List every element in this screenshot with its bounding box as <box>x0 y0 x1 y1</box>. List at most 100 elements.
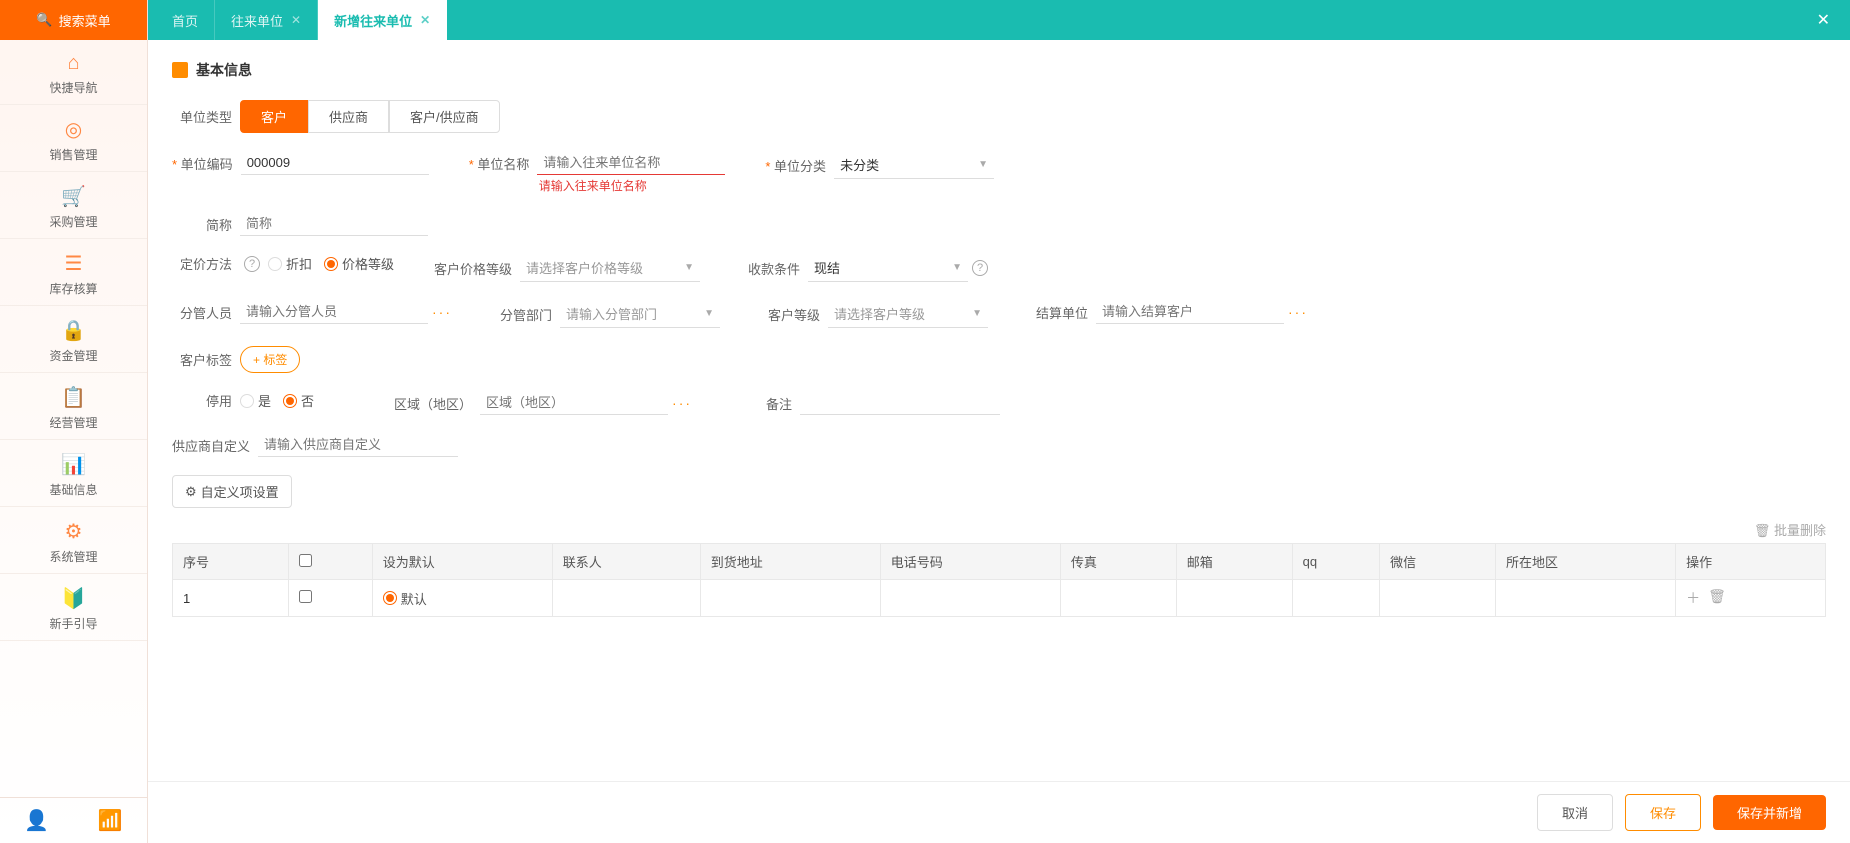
payment-terms-select[interactable]: 现结 ▼ <box>808 254 968 282</box>
row-checkbox[interactable] <box>299 590 312 603</box>
save-new-button[interactable]: 保存并新增 <box>1713 795 1826 830</box>
footer: 取消 保存 保存并新增 <box>148 781 1850 843</box>
payment-terms-field: 收款条件 现结 ▼ ? <box>740 254 988 282</box>
pricing-radio-discount[interactable]: 折扣 <box>268 254 312 273</box>
window-close-button[interactable]: ✕ <box>1805 10 1842 30</box>
cancel-button[interactable]: 取消 <box>1537 794 1613 831</box>
sidebar-item-operations[interactable]: 📋 经营管理 <box>0 373 147 440</box>
pricing-row: 定价方法 ? 折扣 价格等级 客户价格等级 请选择客户价格等级 <box>172 254 1826 282</box>
td-actions: ＋ 🗑 <box>1676 580 1826 617</box>
save-button[interactable]: 保存 <box>1625 794 1701 831</box>
payment-terms-label: 收款条件 <box>740 259 800 278</box>
pricing-grade-circle <box>324 257 338 271</box>
pricing-radio-grade[interactable]: 价格等级 <box>324 254 394 273</box>
row-actions: ＋ 🗑 <box>1686 588 1815 608</box>
default-radio-circle <box>383 591 397 605</box>
sidebar-item-finance[interactable]: 🔒 资金管理 <box>0 306 147 373</box>
sidebar-label-quick-nav: 快捷导航 <box>49 79 97 96</box>
customer-price-field: 客户价格等级 请选择客户价格等级 ▼ <box>434 254 700 282</box>
department-select[interactable]: 请输入分管部门 ▼ <box>560 300 720 328</box>
settlement-field: 结算单位 ··· <box>1028 300 1308 324</box>
td-wechat <box>1380 580 1496 617</box>
th-checkbox <box>288 544 372 580</box>
sidebar-label-system: 系统管理 <box>49 548 97 565</box>
pricing-method-field: 定价方法 ? 折扣 价格等级 <box>172 254 394 273</box>
unit-info-row: 单位编码 单位名称 请输入往来单位名称 单位分类 未分类 ▼ <box>172 151 1826 194</box>
customer-tag-field: 客户标签 + 标签 <box>172 346 300 373</box>
default-radio-label: 默认 <box>401 589 427 608</box>
th-address: 到货地址 <box>700 544 880 580</box>
sidebar-item-sales[interactable]: ◎ 销售管理 <box>0 105 147 172</box>
payment-terms-help-icon[interactable]: ? <box>972 260 988 276</box>
sidebar-label-basic-info: 基础信息 <box>49 481 97 498</box>
tab-trading-units[interactable]: 往来单位 ✕ <box>215 0 318 40</box>
disabled-yes-circle <box>240 394 254 408</box>
batch-delete-label[interactable]: 批量删除 <box>1774 523 1826 538</box>
type-btn-both[interactable]: 客户/供应商 <box>389 100 500 133</box>
unit-code-field: 单位编码 <box>172 151 429 175</box>
disabled-row: 停用 是 否 区域（地区） ··· 备注 <box>172 391 1826 415</box>
sidebar-bottom-right[interactable]: 📶 <box>74 798 148 843</box>
tab-new-trading-unit[interactable]: 新增往来单位 ✕ <box>318 0 447 40</box>
supplier-custom-input[interactable] <box>258 433 458 457</box>
tab-home[interactable]: 首页 <box>156 0 215 40</box>
th-phone: 电话号码 <box>880 544 1060 580</box>
unit-name-label: 单位名称 <box>469 154 530 173</box>
disabled-yes-label: 是 <box>258 391 271 410</box>
disabled-yes[interactable]: 是 <box>240 391 271 410</box>
delete-row-icon[interactable]: 🗑 <box>1708 588 1726 608</box>
unit-code-input[interactable] <box>241 151 429 175</box>
section-header: 基本信息 <box>172 60 1826 80</box>
type-btn-customer[interactable]: 客户 <box>240 100 308 133</box>
sidebar-label-finance: 资金管理 <box>49 347 97 364</box>
th-actions: 操作 <box>1676 544 1826 580</box>
payment-terms-value: 现结 <box>814 258 952 277</box>
custom-settings-label: 自定义项设置 <box>201 482 279 501</box>
default-radio[interactable]: 默认 <box>383 589 542 608</box>
add-tag-button[interactable]: + 标签 <box>240 346 300 373</box>
sidebar-item-newbie[interactable]: 🔰 新手引导 <box>0 574 147 641</box>
unit-name-error: 请输入往来单位名称 <box>539 177 726 194</box>
sidebar-item-basic-info[interactable]: 📊 基础信息 <box>0 440 147 507</box>
settlement-input[interactable] <box>1096 300 1284 324</box>
th-seq: 序号 <box>173 544 289 580</box>
select-all-checkbox[interactable] <box>299 554 312 567</box>
search-menu-button[interactable]: 🔍 搜索菜单 <box>0 0 147 40</box>
abbreviation-field: 简称 <box>172 212 428 236</box>
tab-new-trading-unit-close[interactable]: ✕ <box>420 13 430 27</box>
region-more-btn[interactable]: ··· <box>672 395 692 411</box>
pricing-help-icon[interactable]: ? <box>244 256 260 272</box>
department-label: 分管部门 <box>492 305 552 324</box>
sidebar-item-system[interactable]: ⚙ 系统管理 <box>0 507 147 574</box>
manager-input[interactable] <box>240 300 428 324</box>
tab-trading-units-close[interactable]: ✕ <box>291 13 301 27</box>
customer-price-select[interactable]: 请选择客户价格等级 ▼ <box>520 254 700 282</box>
unit-name-field-col: 单位名称 请输入往来单位名称 <box>469 151 726 194</box>
customer-level-chevron: ▼ <box>972 308 982 319</box>
region-label: 区域（地区） <box>394 394 472 413</box>
unit-category-select[interactable]: 未分类 ▼ <box>834 151 994 179</box>
customer-level-select[interactable]: 请选择客户等级 ▼ <box>828 300 988 328</box>
td-email <box>1176 580 1292 617</box>
customer-price-placeholder: 请选择客户价格等级 <box>526 258 684 277</box>
region-input[interactable] <box>480 391 668 415</box>
unit-category-label: 单位分类 <box>765 156 826 175</box>
sidebar-bottom-left[interactable]: 👤 <box>0 798 74 843</box>
settlement-more-btn[interactable]: ··· <box>1288 304 1308 320</box>
unit-category-value: 未分类 <box>840 155 978 174</box>
sidebar-item-inventory[interactable]: ☰ 库存核算 <box>0 239 147 306</box>
type-btn-supplier[interactable]: 供应商 <box>308 100 389 133</box>
custom-settings-button[interactable]: ⚙ 自定义项设置 <box>172 475 292 508</box>
remark-input[interactable] <box>800 391 1000 415</box>
unit-name-input[interactable] <box>537 151 725 175</box>
disabled-label: 停用 <box>172 391 232 410</box>
unit-type-label: 单位类型 <box>172 107 232 126</box>
sidebar-item-purchase[interactable]: 🛒 采购管理 <box>0 172 147 239</box>
unit-code-label: 单位编码 <box>172 154 233 173</box>
disabled-no[interactable]: 否 <box>283 391 314 410</box>
abbreviation-input[interactable] <box>240 212 428 236</box>
manager-more-btn[interactable]: ··· <box>432 304 452 320</box>
sidebar-item-quick-nav[interactable]: ⌂ 快捷导航 <box>0 40 147 105</box>
add-row-icon[interactable]: ＋ <box>1686 588 1700 608</box>
newbie-icon: 🔰 <box>61 586 86 611</box>
